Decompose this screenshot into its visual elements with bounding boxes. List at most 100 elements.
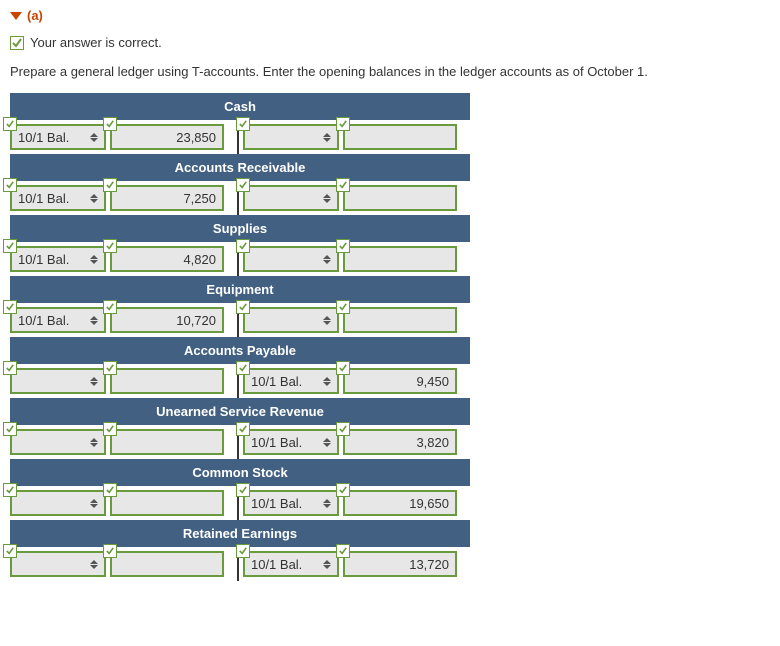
correct-tick-icon xyxy=(3,300,17,314)
debit-label-field[interactable] xyxy=(10,368,106,394)
debit-label-field[interactable]: 10/1 Bal. xyxy=(10,185,106,211)
debit-value-field[interactable] xyxy=(110,429,224,455)
correct-tick-icon xyxy=(336,300,350,314)
credit-side: 10/1 Bal. 9,450 xyxy=(239,364,470,398)
correct-tick-icon xyxy=(103,483,117,497)
credit-label-cell: 10/1 Bal. xyxy=(243,429,339,455)
credit-value-cell: 13,720 xyxy=(343,551,457,577)
debit-side xyxy=(10,425,237,459)
correct-tick-icon xyxy=(236,178,250,192)
debit-value-cell: 23,850 xyxy=(110,124,224,150)
credit-side: 10/1 Bal.19,650 xyxy=(239,486,470,520)
credit-label-field[interactable]: 10/1 Bal. xyxy=(243,429,339,455)
credit-label-field[interactable] xyxy=(243,246,339,272)
credit-value-field[interactable]: 3,820 xyxy=(343,429,457,455)
spinner-icon[interactable] xyxy=(323,438,331,447)
credit-label-cell xyxy=(243,246,339,272)
credit-value-field[interactable]: 9,450 xyxy=(343,368,457,394)
credit-value-field[interactable] xyxy=(343,246,457,272)
debit-label-text: 10/1 Bal. xyxy=(18,252,86,267)
account-row: 10/1 Bal. 9,450 xyxy=(10,364,470,398)
debit-label-field[interactable]: 10/1 Bal. xyxy=(10,246,106,272)
debit-value-text: 7,250 xyxy=(118,191,216,206)
debit-label-field[interactable] xyxy=(10,490,106,516)
account-header: Accounts Receivable xyxy=(10,154,470,181)
correct-tick-icon xyxy=(103,178,117,192)
part-header[interactable]: (a) xyxy=(10,8,770,23)
spinner-icon[interactable] xyxy=(90,499,98,508)
debit-value-field[interactable]: 23,850 xyxy=(110,124,224,150)
debit-label-cell xyxy=(10,368,106,394)
spinner-icon[interactable] xyxy=(323,316,331,325)
account-row: 10/1 Bal.10,720 xyxy=(10,303,470,337)
debit-value-field[interactable] xyxy=(110,551,224,577)
spinner-icon[interactable] xyxy=(323,377,331,386)
spinner-icon[interactable] xyxy=(323,255,331,264)
correct-tick-icon xyxy=(236,422,250,436)
spinner-icon[interactable] xyxy=(323,499,331,508)
credit-value-cell: 9,450 xyxy=(343,368,457,394)
debit-label-field[interactable]: 10/1 Bal. xyxy=(10,307,106,333)
spinner-icon[interactable] xyxy=(323,133,331,142)
correct-tick-icon xyxy=(336,361,350,375)
debit-value-field[interactable]: 10,720 xyxy=(110,307,224,333)
correct-tick-icon xyxy=(336,483,350,497)
spinner-icon[interactable] xyxy=(90,560,98,569)
debit-label-cell xyxy=(10,551,106,577)
debit-label-cell xyxy=(10,429,106,455)
debit-label-field[interactable] xyxy=(10,429,106,455)
credit-value-text: 9,450 xyxy=(351,374,449,389)
credit-value-text: 3,820 xyxy=(351,435,449,450)
debit-label-cell: 10/1 Bal. xyxy=(10,185,106,211)
correct-tick-icon xyxy=(103,117,117,131)
debit-value-field[interactable]: 4,820 xyxy=(110,246,224,272)
spinner-icon[interactable] xyxy=(90,194,98,203)
credit-label-text: 10/1 Bal. xyxy=(251,374,319,389)
spinner-icon[interactable] xyxy=(323,560,331,569)
spinner-icon[interactable] xyxy=(90,255,98,264)
correct-tick-icon xyxy=(3,544,17,558)
credit-label-cell xyxy=(243,307,339,333)
correct-tick-icon xyxy=(103,544,117,558)
account-row: 10/1 Bal. 3,820 xyxy=(10,425,470,459)
correct-tick-icon xyxy=(336,422,350,436)
credit-value-field[interactable] xyxy=(343,124,457,150)
debit-value-cell xyxy=(110,551,224,577)
credit-label-field[interactable]: 10/1 Bal. xyxy=(243,551,339,577)
correct-tick-icon xyxy=(236,544,250,558)
credit-value-field[interactable]: 19,650 xyxy=(343,490,457,516)
spinner-icon[interactable] xyxy=(90,438,98,447)
debit-label-field[interactable]: 10/1 Bal. xyxy=(10,124,106,150)
account-row: 10/1 Bal.19,650 xyxy=(10,486,470,520)
account-header: Unearned Service Revenue xyxy=(10,398,470,425)
debit-label-field[interactable] xyxy=(10,551,106,577)
debit-side: 10/1 Bal. 23,850 xyxy=(10,120,237,154)
spinner-icon[interactable] xyxy=(90,377,98,386)
spinner-icon[interactable] xyxy=(323,194,331,203)
debit-value-cell: 7,250 xyxy=(110,185,224,211)
credit-label-field[interactable] xyxy=(243,185,339,211)
credit-value-cell xyxy=(343,124,457,150)
credit-label-field[interactable] xyxy=(243,124,339,150)
credit-label-field[interactable]: 10/1 Bal. xyxy=(243,368,339,394)
checkmark-icon xyxy=(10,36,24,50)
credit-value-field[interactable] xyxy=(343,185,457,211)
debit-label-text: 10/1 Bal. xyxy=(18,130,86,145)
spinner-icon[interactable] xyxy=(90,316,98,325)
credit-value-field[interactable]: 13,720 xyxy=(343,551,457,577)
credit-value-cell: 19,650 xyxy=(343,490,457,516)
credit-label-field[interactable] xyxy=(243,307,339,333)
debit-side: 10/1 Bal.10,720 xyxy=(10,303,237,337)
credit-label-cell: 10/1 Bal. xyxy=(243,490,339,516)
correct-tick-icon xyxy=(336,178,350,192)
debit-value-field[interactable] xyxy=(110,490,224,516)
debit-value-field[interactable]: 7,250 xyxy=(110,185,224,211)
answer-correct-text: Your answer is correct. xyxy=(30,35,162,50)
credit-value-field[interactable] xyxy=(343,307,457,333)
credit-value-cell: 3,820 xyxy=(343,429,457,455)
debit-value-field[interactable] xyxy=(110,368,224,394)
credit-label-cell xyxy=(243,124,339,150)
credit-label-field[interactable]: 10/1 Bal. xyxy=(243,490,339,516)
spinner-icon[interactable] xyxy=(90,133,98,142)
debit-side: 10/1 Bal. 7,250 xyxy=(10,181,237,215)
